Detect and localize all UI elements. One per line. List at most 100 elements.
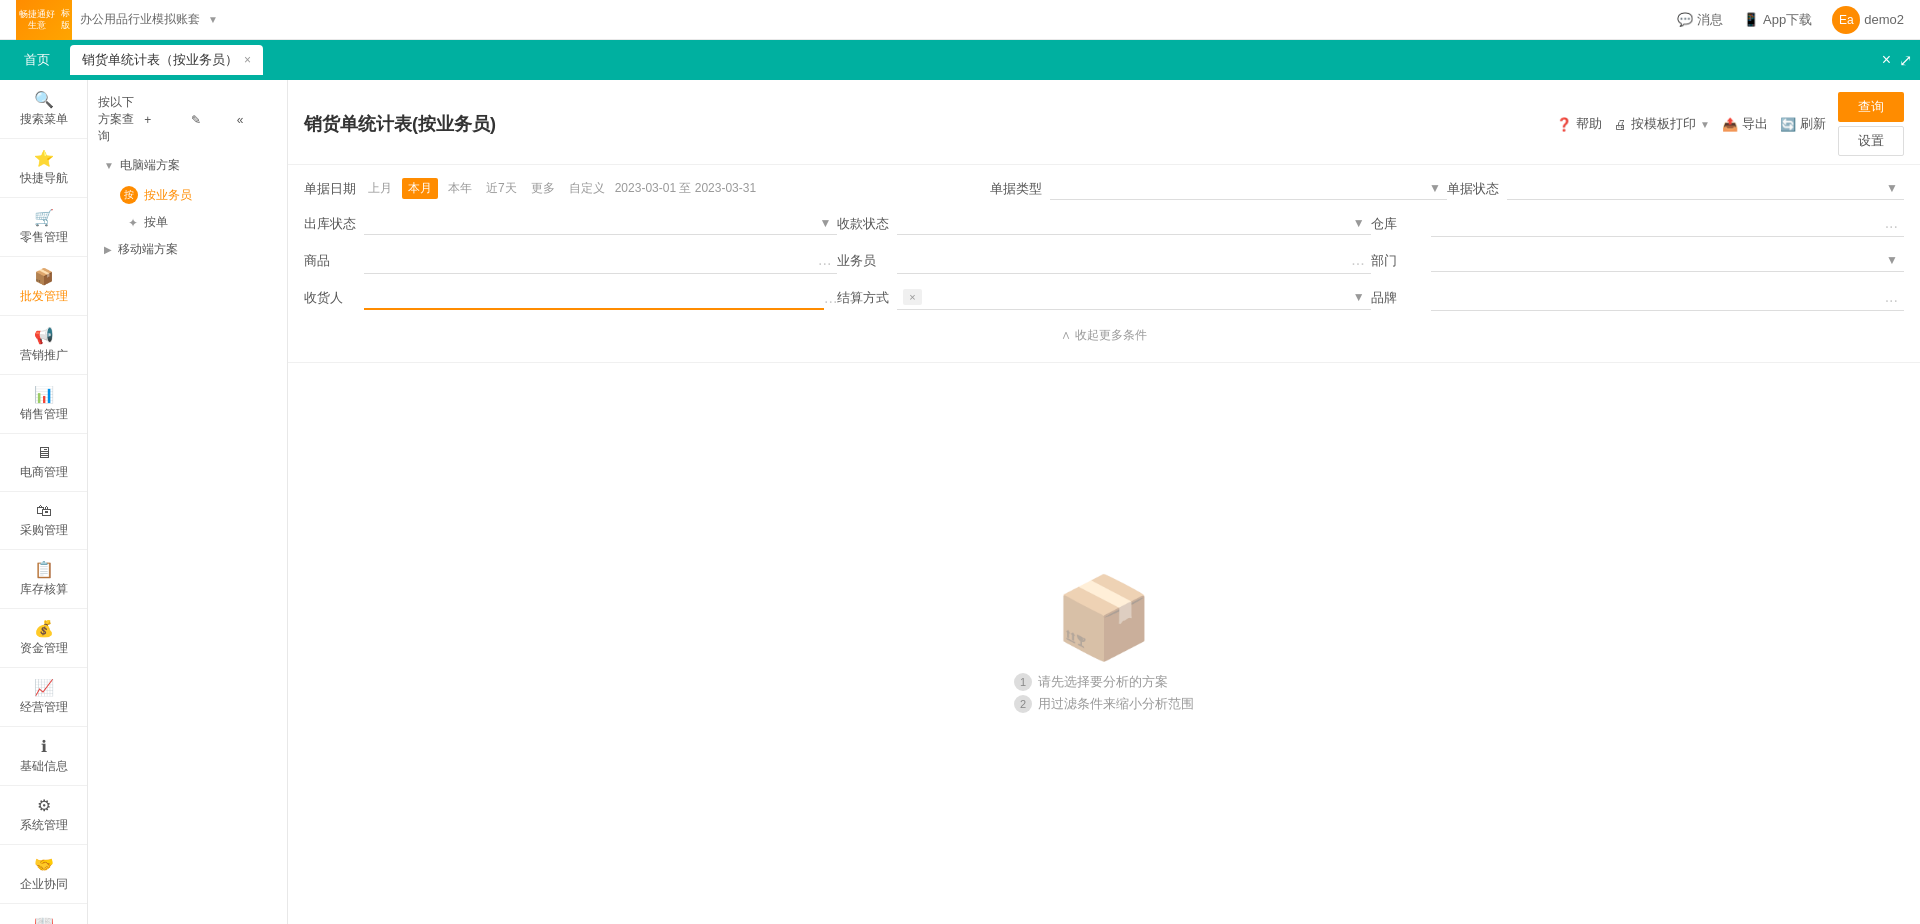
department-label: 部门 (1371, 252, 1431, 270)
sidebar-item-quicknav[interactable]: ⭐ 快捷导航 (0, 139, 87, 198)
goods-dots[interactable]: ... (818, 251, 831, 269)
filter-brand: 品牌 ... (1371, 284, 1904, 311)
edit-scheme-button[interactable]: ✎ (191, 113, 231, 127)
close-window-button[interactable]: × (1882, 51, 1891, 70)
empty-illustration: 📦 (1054, 571, 1154, 665)
sidebar-item-sales[interactable]: 📊 销售管理 (0, 375, 87, 434)
add-scheme-button[interactable]: + (144, 113, 184, 127)
date-tab-thismonth[interactable]: 本月 (402, 178, 438, 199)
date-tab-custom[interactable]: 自定义 (565, 178, 609, 199)
sidebar-item-finance[interactable]: 💰 资金管理 (0, 609, 87, 668)
sidebar-item-search[interactable]: 🔍 搜索菜单 (0, 80, 87, 139)
brand-dots[interactable]: ... (1885, 288, 1898, 306)
brand-select[interactable]: ... (1431, 284, 1904, 311)
print-dropdown-icon: ▼ (1700, 119, 1710, 130)
collapse-panel-button[interactable]: « (237, 113, 277, 127)
docstatus-label: 单据状态 (1447, 180, 1507, 198)
tree-child-by-salesperson[interactable]: 按 按业务员 (88, 180, 287, 210)
box-icon: 📦 (4, 267, 83, 286)
top-bar-left: 畅捷通好生意 标版 办公用品行业模拟账套 ▼ (16, 0, 218, 40)
tree-pc-group[interactable]: ▼ 电脑端方案 (88, 151, 287, 180)
empty-state: 📦 1 请先选择要分析的方案 2 用过滤条件来缩小分析范围 (288, 363, 1920, 924)
filter-doctype: 单据类型 ▼ (990, 177, 1447, 200)
paymentstatus-select[interactable]: ▼ (897, 212, 1370, 235)
doctype-chevron: ▼ (1429, 181, 1441, 195)
date-tab-thisyear[interactable]: 本年 (444, 178, 476, 199)
tree-group-pc: ▼ 电脑端方案 按 按业务员 ✦ 按单 (88, 151, 287, 235)
date-label: 单据日期 (304, 180, 364, 198)
hint-num-2: 2 (1014, 695, 1032, 713)
gear-icon: ⚙ (4, 796, 83, 815)
sidebar-item-guide[interactable]: 📖 新手引导 (0, 904, 87, 924)
docstatus-chevron: ▼ (1886, 181, 1898, 195)
download-icon: 📱 (1743, 12, 1759, 27)
receiver-input[interactable] (364, 285, 824, 310)
date-tab-more[interactable]: 更多 (527, 178, 559, 199)
tab-sales-stats[interactable]: 销货单统计表（按业务员） × (70, 45, 263, 75)
filter-receiver: 收货人 ... (304, 285, 837, 310)
trend-icon: 📈 (4, 678, 83, 697)
main-container: 🔍 搜索菜单 ⭐ 快捷导航 🛒 零售管理 📦 批发管理 📢 营销推广 📊 销售管… (0, 80, 1920, 924)
warehouse-select[interactable]: ... (1431, 210, 1904, 237)
settings-button[interactable]: 设置 (1838, 126, 1904, 156)
sidebar: 🔍 搜索菜单 ⭐ 快捷导航 🛒 零售管理 📦 批发管理 📢 营销推广 📊 销售管… (0, 80, 88, 924)
settlement-select[interactable]: × ▼ (897, 285, 1370, 310)
date-tab-lastmonth[interactable]: 上月 (364, 178, 396, 199)
settlement-tag: × (903, 289, 921, 305)
monitor-icon: 🖥 (4, 444, 83, 462)
sidebar-item-purchase[interactable]: 🛍 采购管理 (0, 492, 87, 550)
doctype-select[interactable]: ▼ (1050, 177, 1447, 200)
clipboard-icon: 📋 (4, 560, 83, 579)
goods-label: 商品 (304, 252, 364, 270)
help-icon: ❓ (1556, 117, 1572, 132)
messages-button[interactable]: 💬 消息 (1677, 11, 1723, 29)
department-chevron: ▼ (1886, 253, 1898, 267)
sidebar-item-basic[interactable]: ℹ 基础信息 (0, 727, 87, 786)
query-button[interactable]: 查询 (1838, 92, 1904, 122)
user-avatar[interactable]: Ea demo2 (1832, 6, 1904, 34)
docstatus-select[interactable]: ▼ (1507, 177, 1904, 200)
tab-home[interactable]: 首页 (8, 45, 66, 75)
help-button[interactable]: ❓ 帮助 (1556, 115, 1602, 133)
chart-icon: 📊 (4, 385, 83, 404)
print-button[interactable]: 🖨 按模板打印 ▼ (1614, 115, 1710, 133)
page-body: 按以下方案查询 + ✎ « ▼ 电脑端方案 按 按业务员 ✦ (88, 80, 1920, 924)
sidebar-item-operations[interactable]: 📈 经营管理 (0, 668, 87, 727)
receiver-dots[interactable]: ... (824, 289, 837, 307)
date-range-display: 2023-03-01 至 2023-03-31 (615, 180, 756, 197)
app-download-button[interactable]: 📱 App下载 (1743, 11, 1812, 29)
salesperson-dots[interactable]: ... (1351, 251, 1364, 269)
sidebar-item-wholesale[interactable]: 📦 批发管理 (0, 257, 87, 316)
maximize-window-button[interactable]: ⤢ (1899, 51, 1912, 70)
sidebar-item-retail[interactable]: 🛒 零售管理 (0, 198, 87, 257)
filter-row-2: 出库状态 ▼ 收款状态 ▼ (304, 210, 1904, 237)
outstatus-chevron: ▼ (819, 216, 831, 230)
tab-close-button[interactable]: × (244, 53, 251, 67)
megaphone-icon: 📢 (4, 326, 83, 345)
paymentstatus-label: 收款状态 (837, 215, 897, 233)
salesperson-select[interactable]: ... (897, 247, 1370, 274)
export-button[interactable]: 📤 导出 (1722, 115, 1768, 133)
filter-department: 部门 ▼ (1371, 249, 1904, 272)
date-tab-7days[interactable]: 近7天 (482, 178, 521, 199)
sidebar-item-inventory[interactable]: 📋 库存核算 (0, 550, 87, 609)
refresh-button[interactable]: 🔄 刷新 (1780, 115, 1826, 133)
sidebar-item-marketing[interactable]: 📢 营销推广 (0, 316, 87, 375)
collapse-filter-button[interactable]: ∧ 收起更多条件 (1061, 328, 1146, 342)
tree-mobile-group[interactable]: ▶ 移动端方案 (88, 235, 287, 264)
filter-settlement: 结算方式 × ▼ (837, 285, 1370, 310)
tree-mobile-collapse-icon: ▶ (104, 244, 112, 255)
department-select[interactable]: ▼ (1431, 249, 1904, 272)
app-title[interactable]: 办公用品行业模拟账套 (80, 11, 200, 28)
sidebar-item-collab[interactable]: 🤝 企业协同 (0, 845, 87, 904)
sidebar-item-ecommerce[interactable]: 🖥 电商管理 (0, 434, 87, 492)
settlement-chevron: ▼ (1353, 290, 1365, 304)
settlement-clear-button[interactable]: × (909, 291, 915, 303)
doctype-label: 单据类型 (990, 180, 1050, 198)
filter-row-3: 商品 ... 业务员 ... 部门 (304, 247, 1904, 274)
sidebar-item-system[interactable]: ⚙ 系统管理 (0, 786, 87, 845)
warehouse-dots[interactable]: ... (1885, 214, 1898, 232)
goods-select[interactable]: ... (364, 247, 837, 274)
tree-sub-by-order[interactable]: ✦ 按单 (88, 210, 287, 235)
outstatus-select[interactable]: ▼ (364, 212, 837, 235)
